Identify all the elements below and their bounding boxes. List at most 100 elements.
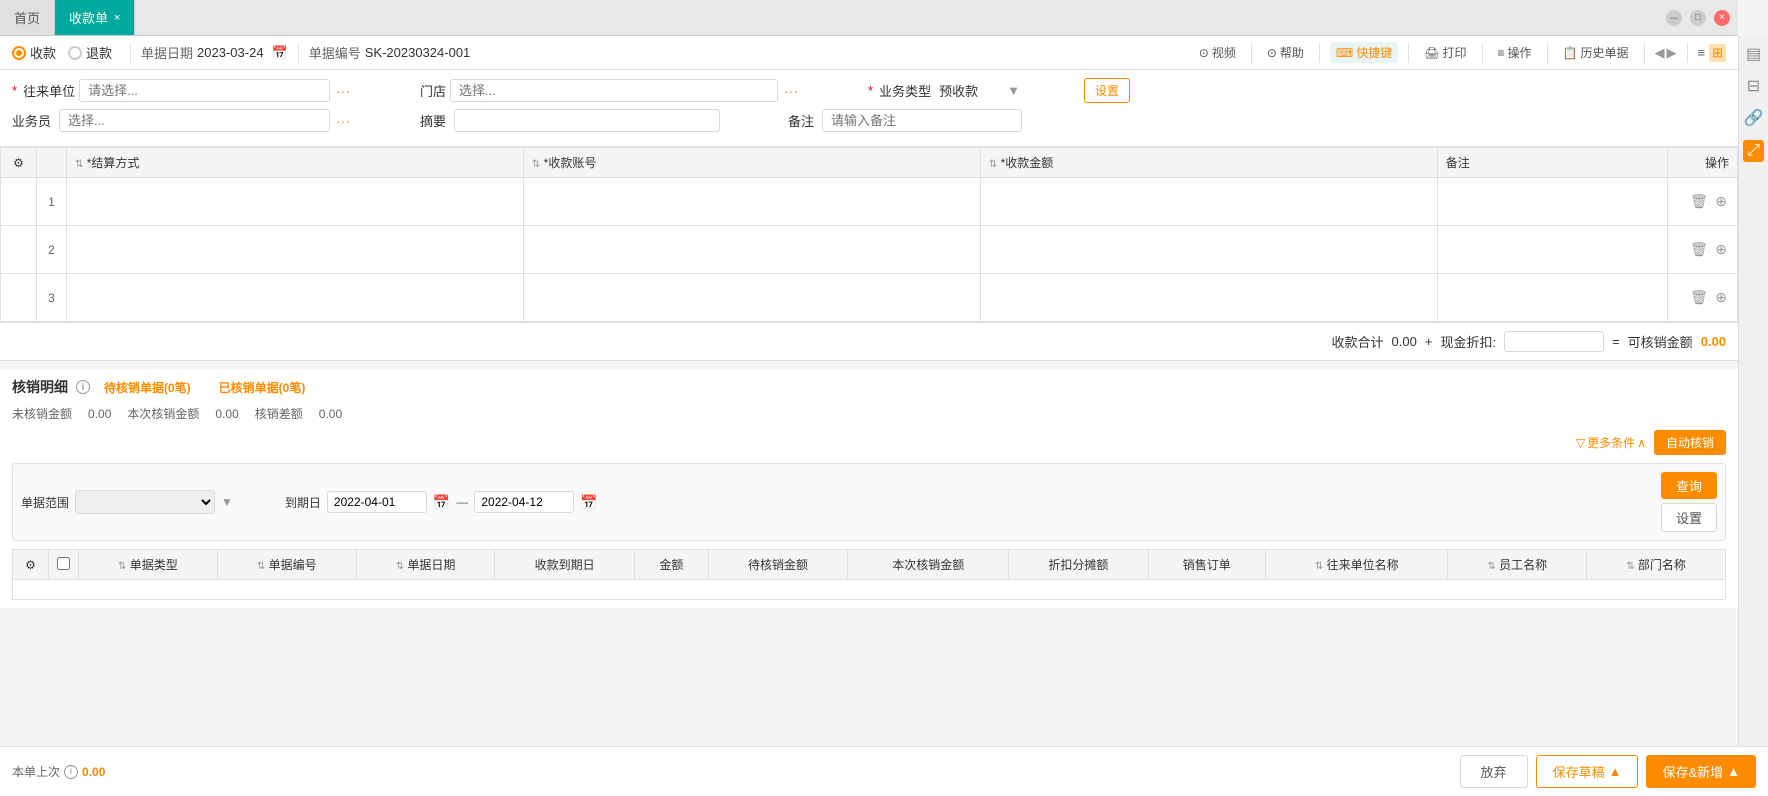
th-amount[interactable]: ⇅ *收款金额 [980, 148, 1437, 178]
td-account-1[interactable] [523, 178, 980, 226]
td-amount-3[interactable] [980, 274, 1437, 322]
bth-doc-date[interactable]: ⇅ 单据日期 [356, 550, 495, 580]
th-settings[interactable]: ⚙ [1, 148, 37, 178]
receipt-table: ⚙ ⇅ *结算方式 ⇅ *收款账号 ⇅ *收款金额 备注 [0, 147, 1738, 322]
select-all-checkbox[interactable] [57, 557, 70, 570]
copy-icon-2[interactable]: ⊕ [1715, 241, 1727, 257]
calendar-from-icon[interactable]: 📅 [433, 494, 450, 511]
bth-doc-num[interactable]: ⇅ 单据编号 [217, 550, 356, 580]
note-input[interactable] [822, 109, 1022, 132]
bth-doc-type[interactable]: ⇅ 单据类型 [79, 550, 218, 580]
video-btn[interactable]: ⊙ 视频 [1194, 42, 1241, 63]
list-view-icon[interactable]: ≡ [1698, 45, 1706, 60]
help-btn[interactable]: ⊙ 帮助 [1262, 42, 1309, 63]
delete-icon-1[interactable]: 🗑 [1690, 193, 1708, 209]
td-settlement-2[interactable] [67, 226, 524, 274]
tab-receipt-label: 收款单 [69, 8, 108, 27]
info-circle-footer[interactable]: i [64, 765, 78, 779]
sort-icon-settlement: ⇅ [75, 159, 83, 170]
discount-input[interactable] [1504, 331, 1604, 352]
stat-unverified-label: 未核销金额 [12, 405, 72, 422]
win-minimize-btn[interactable]: － [1666, 10, 1682, 26]
shortcut-btn[interactable]: ⌨ 快捷键 [1330, 42, 1398, 63]
win-close-btn[interactable]: × [1714, 10, 1730, 26]
info-icon[interactable]: i [76, 380, 90, 394]
setting-btn[interactable]: 设置 [1084, 78, 1130, 103]
print-btn[interactable]: 🖨 打印 [1419, 42, 1471, 63]
more-conditions-btn[interactable]: ▽ 更多条件 ∧ [1576, 434, 1646, 451]
calendar-to-icon[interactable]: 📅 [580, 494, 597, 511]
salesperson-field: 业务员 ··· [12, 109, 352, 132]
sidebar-expand-icon[interactable]: ⤢ [1743, 140, 1764, 162]
bth-gear[interactable]: ⚙ [13, 550, 49, 580]
tab-receipt[interactable]: 收款单 × [55, 0, 135, 35]
auto-writeoff-btn[interactable]: 自动核销 [1654, 430, 1726, 455]
td-account-2[interactable] [523, 226, 980, 274]
history-btn[interactable]: 📋 历史单据 [1558, 42, 1634, 63]
td-remark-2[interactable] [1437, 226, 1667, 274]
td-settlement-1[interactable] [67, 178, 524, 226]
date-to-input[interactable] [474, 491, 574, 513]
discard-btn[interactable]: 放弃 [1460, 755, 1528, 788]
business-type-required: * [868, 83, 873, 98]
toolbar: 收款 退款 单据日期 2023-03-24 📅 单据编号 SK-20230324… [0, 36, 1738, 70]
tab-pending[interactable]: 待核销单据(0笔) [98, 378, 197, 397]
tab-done[interactable]: 已核销单据(0笔) [213, 378, 312, 397]
query-btn[interactable]: 查询 [1661, 472, 1717, 499]
receipt-type-radio: 收款 退款 [12, 43, 112, 62]
salesperson-input[interactable] [59, 109, 330, 132]
operation-btn[interactable]: ≡ 操作 [1493, 42, 1537, 63]
save-draft-btn[interactable]: 保存草稿 ▲ [1536, 755, 1639, 788]
radio-refund[interactable]: 退款 [68, 43, 112, 62]
td-amount-2[interactable] [980, 226, 1437, 274]
delete-icon-2[interactable]: 🗑 [1690, 241, 1708, 257]
win-maximize-btn[interactable]: □ [1690, 10, 1706, 26]
th-account[interactable]: ⇅ *收款账号 [523, 148, 980, 178]
salesperson-more-btn[interactable]: ··· [334, 113, 352, 129]
due-date-field: 到期日 📅 — 📅 [285, 491, 598, 513]
business-type-value: 预收款 [939, 81, 999, 100]
copy-icon-1[interactable]: ⊕ [1715, 193, 1727, 209]
td-remark-1[interactable] [1437, 178, 1667, 226]
td-account-3[interactable] [523, 274, 980, 322]
store-input[interactable] [450, 79, 778, 102]
filter-setting-btn[interactable]: 设置 [1661, 503, 1717, 532]
store-more-btn[interactable]: ··· [782, 83, 800, 99]
stat-current-label: 本次核销金额 [127, 405, 199, 422]
bth-due-date: 收款到期日 [495, 550, 634, 580]
td-settlement-3[interactable] [67, 274, 524, 322]
counterpart-input[interactable] [79, 79, 330, 102]
th-remark: 备注 [1437, 148, 1667, 178]
copy-icon-3[interactable]: ⊕ [1715, 289, 1727, 305]
prev-arrow[interactable]: ◀ [1655, 45, 1665, 61]
save-new-btn[interactable]: 保存&新增 ▲ [1646, 755, 1756, 788]
calendar-icon[interactable]: 📅 [272, 45, 288, 61]
total-value: 0.00 [1392, 334, 1417, 349]
business-type-arrow[interactable]: ▼ [1007, 83, 1020, 98]
th-settlement[interactable]: ⇅ *结算方式 [67, 148, 524, 178]
bth-counterpart-name[interactable]: ⇅ 往来单位名称 [1266, 550, 1448, 580]
counterpart-more-btn[interactable]: ··· [334, 83, 352, 99]
divider-1 [130, 43, 131, 63]
next-arrow[interactable]: ▶ [1667, 45, 1677, 61]
sidebar-image-icon[interactable]: ⊟ [1747, 76, 1760, 96]
td-amount-1[interactable] [980, 178, 1437, 226]
td-remark-3[interactable] [1437, 274, 1667, 322]
form-row-2: 业务员 ··· 摘要 备注 [12, 109, 1726, 132]
grid-view-icon[interactable]: ⊞ [1709, 44, 1726, 62]
sidebar-table-icon[interactable]: ▤ [1746, 44, 1761, 64]
tab-receipt-close[interactable]: × [114, 12, 120, 24]
bth-dept[interactable]: ⇅ 部门名称 [1587, 550, 1726, 580]
bth-checkbox[interactable] [49, 550, 79, 580]
summary-input[interactable] [454, 109, 720, 132]
radio-receipt[interactable]: 收款 [12, 43, 56, 62]
save-arrow-icon: ▲ [1727, 764, 1740, 779]
sidebar-link-icon[interactable]: 🔗 [1744, 108, 1764, 128]
range-select[interactable] [75, 490, 215, 514]
stat-diff-label: 核销差额 [255, 405, 303, 422]
delete-icon-3[interactable]: 🗑 [1690, 289, 1708, 305]
tab-home[interactable]: 首页 [0, 0, 55, 35]
counterpart-required: * [12, 83, 17, 98]
bth-employee[interactable]: ⇅ 员工名称 [1448, 550, 1587, 580]
date-from-input[interactable] [327, 491, 427, 513]
